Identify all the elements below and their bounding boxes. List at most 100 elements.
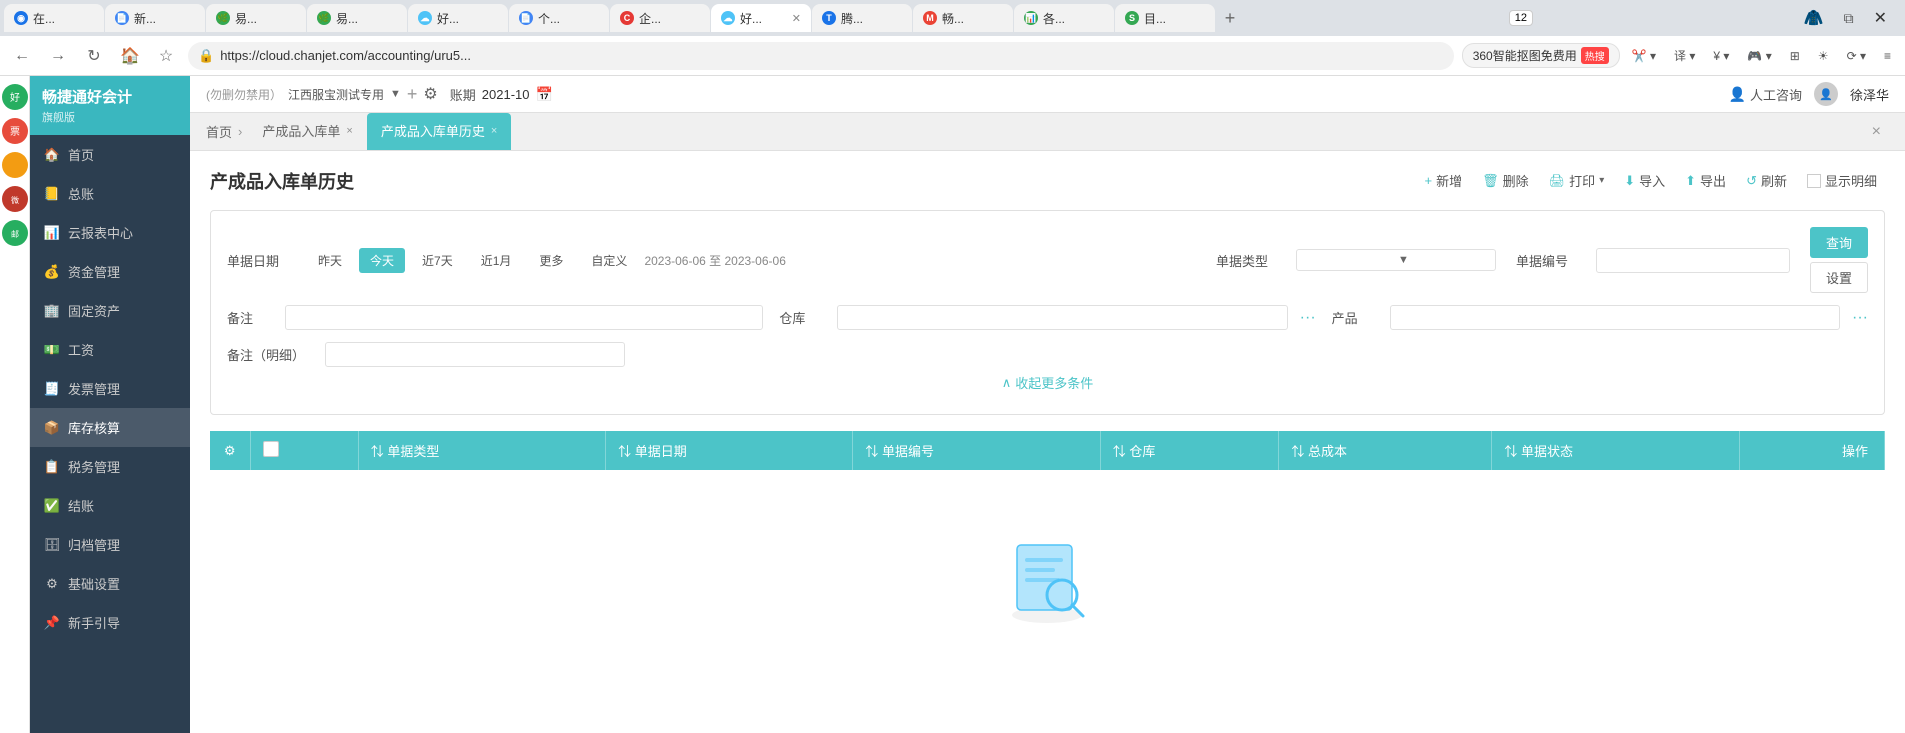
app-icon-chanjet[interactable]: 好	[2, 84, 28, 110]
warehouse-input[interactable]	[837, 305, 1287, 330]
tab-t5[interactable]: ☁ 好...	[408, 4, 508, 32]
sidebar-item-invoice[interactable]: 🧾 发票管理	[30, 369, 190, 408]
sidebar-item-payroll[interactable]: 💵 工资	[30, 330, 190, 369]
sidebar-item-inventory[interactable]: 📦 库存核算	[30, 408, 190, 447]
restore-button[interactable]: ⧉	[1838, 10, 1860, 27]
tab-t10[interactable]: M 畅...	[913, 4, 1013, 32]
sidebar-item-tax[interactable]: 📋 税务管理	[30, 447, 190, 486]
more-browser-button[interactable]: ⟳ ▾	[1841, 46, 1872, 66]
tab-list-page[interactable]: 产成品入库单 ×	[248, 113, 366, 150]
date-btn-today[interactable]: 今天	[359, 248, 405, 273]
sidebar-item-settlement[interactable]: ✅ 结账	[30, 486, 190, 525]
settings-filter-button[interactable]: 设置	[1810, 262, 1868, 293]
warehouse-column-header[interactable]: ⇅ 仓库	[1100, 431, 1279, 470]
select-all-checkbox[interactable]	[263, 441, 279, 457]
close-button[interactable]: ✕	[1868, 8, 1893, 28]
bookmark-button[interactable]: ☆	[152, 42, 180, 70]
bill-no-input[interactable]	[1596, 248, 1790, 273]
bill-type-select[interactable]: ▼	[1296, 249, 1496, 271]
home-browser-button[interactable]: 🏠	[116, 42, 144, 70]
add-button[interactable]: + 新增	[1417, 167, 1471, 194]
sidebar-item-fixed-assets[interactable]: 🏢 固定资产	[30, 291, 190, 330]
bill-date-column-header[interactable]: ⇅ 单据日期	[606, 431, 853, 470]
period-selector[interactable]: 账期 2021-10 📅	[450, 85, 553, 104]
cut-tool-button[interactable]: ✂️ ▾	[1626, 46, 1662, 66]
tab-t8[interactable]: ☁ 好... ✕	[711, 4, 811, 32]
checkbox-column-header[interactable]	[250, 431, 358, 470]
sidebar-item-settings[interactable]: ⚙ 基础设置	[30, 564, 190, 603]
translate-button[interactable]: 译 ▾	[1668, 44, 1701, 67]
date-btn-1month[interactable]: 近1月	[470, 248, 523, 273]
tab-t6[interactable]: 📄 个...	[509, 4, 609, 32]
bill-status-column-header[interactable]: ⇅ 单据状态	[1492, 431, 1739, 470]
url-bar[interactable]: 🔒 https://cloud.chanjet.com/accounting/u…	[188, 42, 1454, 70]
tab-list-close[interactable]: ×	[346, 125, 352, 137]
breadcrumb-home[interactable]: 首页	[206, 114, 232, 149]
calendar-icon[interactable]: 📅	[536, 86, 553, 103]
account-settings-icon[interactable]: ⚙	[423, 84, 437, 104]
tab-t11[interactable]: 📊 各...	[1014, 4, 1114, 32]
bill-type-column-header[interactable]: ⇅ 单据类型	[358, 431, 605, 470]
remark-input[interactable]	[285, 305, 763, 330]
tab-t9[interactable]: T 腾...	[812, 4, 912, 32]
tab-t1[interactable]: ◉ 在...	[4, 4, 104, 32]
account-selector[interactable]: (勿删勿禁用） 江西服宝测试专用 ▼ + ⚙	[206, 84, 438, 105]
date-btn-7days[interactable]: 近7天	[411, 248, 464, 273]
sidebar-item-more[interactable]: 📌 新手引导	[30, 603, 190, 642]
sidebar-item-funds[interactable]: 💰 资金管理	[30, 252, 190, 291]
delete-button[interactable]: 🗑 删除	[1474, 167, 1537, 194]
date-btn-custom[interactable]: 自定义	[580, 248, 638, 273]
collapse-button[interactable]: ∧ 收起更多条件	[1002, 373, 1094, 392]
remark-detail-input[interactable]	[325, 342, 625, 367]
yuan-button[interactable]: ¥ ▾	[1707, 46, 1735, 66]
back-button[interactable]: ←	[8, 42, 36, 70]
user-service-link[interactable]: 👤 人工咨询	[1729, 85, 1802, 104]
game-button[interactable]: 🎮 ▾	[1741, 46, 1777, 66]
tab-t4[interactable]: 🌿 易...	[307, 4, 407, 32]
minimize-button[interactable]: 🧥	[1798, 8, 1830, 28]
close-all-tabs-button[interactable]: ×	[1864, 119, 1889, 145]
tab-t12[interactable]: S 目...	[1115, 4, 1215, 32]
add-account-button[interactable]: +	[407, 84, 418, 105]
product-dots-button[interactable]: ···	[1852, 309, 1868, 327]
grid-button[interactable]: ⊞	[1784, 46, 1806, 66]
tab-history-close[interactable]: ×	[491, 125, 497, 137]
tab-history-page[interactable]: 产成品入库单历史 ×	[367, 113, 511, 150]
warehouse-dots-button[interactable]: ···	[1300, 309, 1316, 327]
new-tab-button[interactable]: +	[1216, 4, 1244, 32]
tab-t3[interactable]: 🌿 易...	[206, 4, 306, 32]
sidebar-item-reports[interactable]: 📊 云报表中心	[30, 213, 190, 252]
query-button[interactable]: 查询	[1810, 227, 1868, 258]
user-avatar[interactable]: 👤	[1814, 82, 1838, 106]
tab-t7[interactable]: C 企...	[610, 4, 710, 32]
app-icon-red[interactable]: 票	[2, 118, 28, 144]
settings-browser-button[interactable]: ≡	[1878, 46, 1897, 66]
app-icon-orange[interactable]	[2, 152, 28, 178]
refresh-browser-button[interactable]: ↻	[80, 42, 108, 70]
bill-no-column-header[interactable]: ⇅ 单据编号	[853, 431, 1100, 470]
remark-filter-group: 备注	[227, 305, 763, 330]
app-icon-weibo[interactable]: 微	[2, 186, 28, 212]
date-btn-yesterday[interactable]: 昨天	[307, 248, 353, 273]
sidebar-item-ledger[interactable]: 📒 总账	[30, 174, 190, 213]
tab-t2[interactable]: 📄 新...	[105, 4, 205, 32]
product-input[interactable]	[1390, 305, 1840, 330]
sidebar-item-home[interactable]: 🏠 首页	[30, 135, 190, 174]
import-button[interactable]: ⬇ 导入	[1616, 167, 1673, 194]
sun-button[interactable]: ☀	[1812, 46, 1835, 66]
page-title-bar: 产成品入库单历史 + 新增 🗑 删除 🖨 打印 ▾	[210, 167, 1885, 194]
search-hint[interactable]: 360智能抠图免费用 热搜	[1462, 43, 1620, 68]
total-cost-column-header[interactable]: ⇅ 总成本	[1279, 431, 1492, 470]
forward-button[interactable]: →	[44, 42, 72, 70]
print-button[interactable]: 🖨 打印 ▾	[1541, 167, 1613, 194]
gear-column-header[interactable]: ⚙	[210, 431, 250, 470]
account-dropdown-icon[interactable]: ▼	[390, 88, 401, 100]
refresh-data-button[interactable]: ↺ 刷新	[1738, 167, 1795, 194]
sidebar-item-archive[interactable]: 🗄 归档管理	[30, 525, 190, 564]
app-icon-email[interactable]: 邮	[2, 220, 28, 246]
date-btn-more[interactable]: 更多	[528, 248, 574, 273]
tab-count-badge[interactable]: 12	[1509, 10, 1533, 26]
export-button[interactable]: ⬆ 导出	[1677, 167, 1734, 194]
show-detail-button[interactable]: 显示明细	[1799, 167, 1885, 194]
tab-close-t8[interactable]: ✕	[792, 12, 801, 25]
